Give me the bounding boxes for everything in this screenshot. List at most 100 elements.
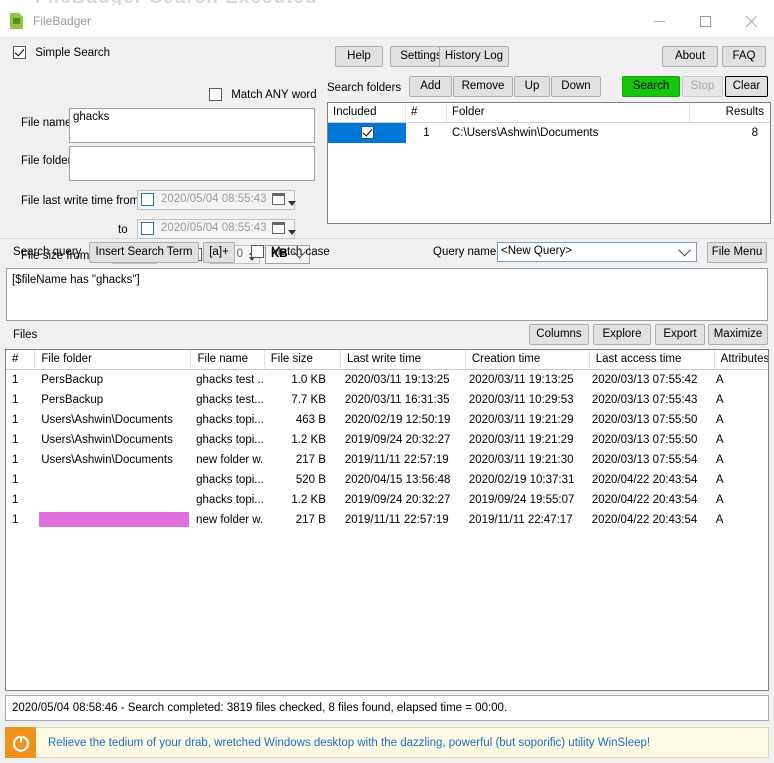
row-num-cell: 1 xyxy=(423,127,430,139)
fcol-creation[interactable]: Creation time xyxy=(466,350,590,369)
close-icon[interactable] xyxy=(728,5,774,37)
cell-write: 2020/02/19 12:50:19 xyxy=(344,414,451,426)
about-button[interactable]: About xyxy=(662,46,718,67)
row-results-cell: 8 xyxy=(751,127,758,139)
query-name-chevron-icon xyxy=(678,243,691,257)
ad-banner[interactable]: Relieve the tedium of your drab, wretche… xyxy=(5,727,769,758)
last-write-from-dropdown-arrow[interactable] xyxy=(288,197,296,209)
last-write-to-calendar-icon[interactable] xyxy=(272,222,285,234)
row-included-checkbox[interactable] xyxy=(360,126,374,140)
table-row[interactable]: 1 ghacks topi... 1.2 KB 2019/09/24 20:32:27… xyxy=(6,490,768,510)
files-grid-header: # File folder File name File size Last w… xyxy=(6,350,768,370)
folders-grid-header: Included # Folder Results xyxy=(328,103,770,123)
table-row[interactable]: 1 Users\Ashwin\Documents ghacks topi... 1.2… xyxy=(6,430,768,450)
cell-folder: Users\Ashwin\Documents xyxy=(41,454,173,466)
cell-attrs: A xyxy=(715,454,724,466)
simple-search-row[interactable]: Simple Search xyxy=(13,46,110,59)
cell-write: 2020/03/11 19:13:25 xyxy=(344,374,450,386)
cell-write: 2019/11/11 22:57:19 xyxy=(344,454,449,466)
row-folder-cell: C:\Users\Ashwin\Documents xyxy=(452,127,599,139)
cell-accessed: 2020/03/13 07:55:43 xyxy=(591,394,698,406)
row-included-cell[interactable] xyxy=(328,123,406,143)
cell-num: 1 xyxy=(12,374,19,386)
export-button[interactable]: Export xyxy=(655,324,705,345)
cell-accessed: 2020/04/22 20:43:54 xyxy=(591,474,698,486)
fcol-num[interactable]: # xyxy=(6,350,36,369)
faq-button[interactable]: FAQ xyxy=(722,46,766,67)
search-query-textarea[interactable]: [$fileName has "ghacks"] xyxy=(6,268,768,321)
search-folders-grid[interactable]: Included # Folder Results 1 C:\Users\Ash… xyxy=(327,102,771,224)
last-write-to-dropdown-arrow[interactable] xyxy=(288,226,296,238)
explore-button[interactable]: Explore xyxy=(593,324,651,345)
cell-attrs: A xyxy=(715,514,724,526)
file-menu-button[interactable]: File Menu xyxy=(707,242,767,263)
table-row[interactable]: 1 PersBackup ghacks test.... 7.7 KB 2020/03/… xyxy=(6,390,768,410)
match-case-checkbox[interactable] xyxy=(251,245,264,258)
last-write-from-checkbox[interactable] xyxy=(141,193,154,206)
col-included[interactable]: Included xyxy=(328,103,406,122)
history-log-button[interactable]: History Log xyxy=(439,46,509,67)
search-folders-label: Search folders xyxy=(327,82,402,94)
cell-created: 2020/02/19 10:37:31 xyxy=(468,474,575,486)
query-name-select[interactable]: <New Query> xyxy=(497,242,697,262)
cell-created: 2020/03/11 10:29:53 xyxy=(468,394,574,406)
col-folder[interactable]: Folder xyxy=(447,103,690,122)
insert-search-term-button[interactable]: Insert Search Term xyxy=(89,242,199,263)
col-results[interactable]: Results xyxy=(690,103,770,122)
fcol-file-name[interactable]: File name xyxy=(191,350,265,369)
app-icon xyxy=(9,13,25,29)
fcol-last-write[interactable]: Last write time xyxy=(341,350,466,369)
cell-num: 1 xyxy=(12,474,19,486)
fcol-attributes[interactable]: Attributes xyxy=(715,350,768,369)
cell-name: ghacks topi... xyxy=(196,474,263,486)
table-row[interactable]: 1 new folder w... 217 B 2019/11/11 22:57:19… xyxy=(6,510,768,530)
folders-grid-row[interactable]: 1 C:\Users\Ashwin\Documents 8 xyxy=(328,123,770,143)
cell-folder: Users\Ashwin\Documents xyxy=(41,434,173,446)
simple-search-checkbox[interactable] xyxy=(13,46,26,59)
ad-text[interactable]: Relieve the tedium of your drab, wretche… xyxy=(36,727,769,758)
last-write-to-checkbox[interactable] xyxy=(141,222,154,235)
files-grid[interactable]: # File folder File name File size Last w… xyxy=(5,349,769,691)
simple-search-label: Simple Search xyxy=(35,46,110,59)
minimize-icon[interactable] xyxy=(636,5,682,37)
cell-accessed: 2020/03/13 07:55:50 xyxy=(591,414,698,426)
cell-num: 1 xyxy=(12,394,19,406)
file-name-input[interactable]: ghacks xyxy=(69,108,315,143)
col-num[interactable]: # xyxy=(406,103,447,122)
move-down-button[interactable]: Down xyxy=(551,76,601,97)
help-button[interactable]: Help xyxy=(335,46,383,67)
background-page-text: FileBadger Search Executed xyxy=(0,0,774,5)
cell-attrs: A xyxy=(715,394,724,406)
add-folder-button[interactable]: Add xyxy=(409,76,452,97)
match-any-word-checkbox[interactable] xyxy=(209,88,222,101)
cell-created: 2019/09/24 19:55:07 xyxy=(468,494,575,506)
table-row[interactable]: 1 ghacks topi... 520 B 2020/04/15 13:56:48 2… xyxy=(6,470,768,490)
last-write-from-calendar-icon[interactable] xyxy=(272,193,285,205)
maximize-icon[interactable] xyxy=(682,5,728,37)
file-folder-input[interactable] xyxy=(69,146,315,181)
cell-folder xyxy=(35,470,190,490)
table-row[interactable]: 1 Users\Ashwin\Documents ghacks topi... 463… xyxy=(6,410,768,430)
clear-button[interactable]: Clear xyxy=(725,76,768,97)
remove-folder-button[interactable]: Remove xyxy=(453,76,513,97)
maximize-files-button[interactable]: Maximize xyxy=(708,324,768,345)
window-controls xyxy=(636,5,774,37)
cell-created: 2020/03/11 19:21:29 xyxy=(468,414,574,426)
cell-accessed: 2020/04/22 20:43:54 xyxy=(591,494,698,506)
search-button[interactable]: Search xyxy=(622,76,680,97)
match-any-word-row[interactable]: Match ANY word xyxy=(209,88,317,101)
fcol-last-access[interactable]: Last access time xyxy=(590,350,715,369)
fcol-file-size[interactable]: File size xyxy=(265,350,341,369)
files-section-title: Files xyxy=(13,329,38,341)
move-up-button[interactable]: Up xyxy=(514,76,550,97)
cell-name: ghacks topi... xyxy=(196,434,263,446)
table-row[interactable]: 1 Users\Ashwin\Documents new folder w... 21… xyxy=(6,450,768,470)
fcol-file-folder[interactable]: File folder xyxy=(35,350,192,369)
cell-size: 1.2 KB xyxy=(291,434,326,446)
cell-write: 2020/03/11 16:31:35 xyxy=(344,394,450,406)
table-row[interactable]: 1 PersBackup ghacks test ... 1.0 KB 2020/03/… xyxy=(6,370,768,390)
cell-attrs: A xyxy=(715,414,724,426)
bracket-a-plus-button[interactable]: [a]+ xyxy=(203,242,235,263)
cell-num: 1 xyxy=(12,454,19,466)
columns-button[interactable]: Columns xyxy=(529,324,589,345)
